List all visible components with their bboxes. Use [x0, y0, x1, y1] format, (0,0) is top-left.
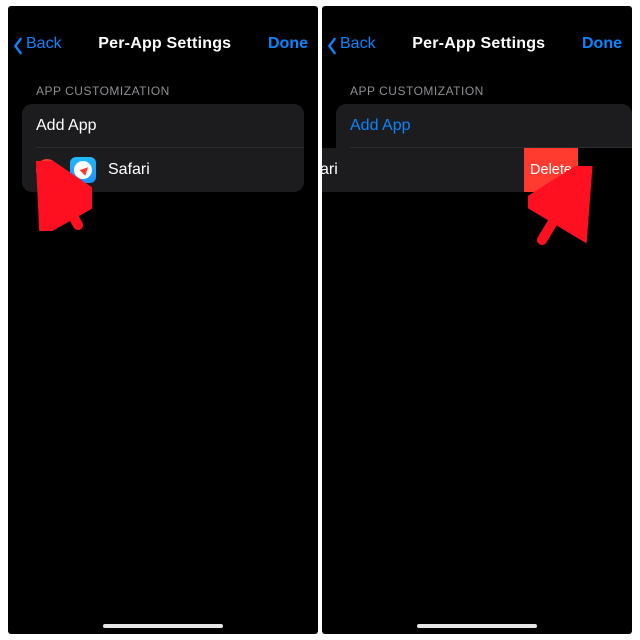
page-title: Per-App Settings	[412, 35, 545, 53]
app-row-safari-swiped[interactable]: Safari Delete	[336, 148, 632, 192]
list-group: Add App	[336, 104, 632, 148]
app-name-label: Safari	[108, 161, 150, 179]
status-bar-spacer	[8, 6, 318, 26]
screenshot-right: Back Per-App Settings Done APP CUSTOMIZA…	[322, 6, 632, 634]
safari-app-icon	[70, 157, 96, 183]
app-name-label: Safari	[322, 161, 338, 179]
delete-button[interactable]: Delete	[524, 148, 578, 192]
section-header: APP CUSTOMIZATION	[322, 62, 632, 104]
section-header: APP CUSTOMIZATION	[8, 62, 318, 104]
add-app-label: Add App	[36, 117, 97, 135]
home-indicator	[417, 624, 537, 628]
remove-minus-button[interactable]	[36, 159, 58, 181]
screenshot-left: Back Per-App Settings Done APP CUSTOMIZA…	[8, 6, 318, 634]
navigation-bar: Back Per-App Settings Done	[8, 26, 318, 62]
compass-icon	[74, 161, 92, 179]
chevron-left-icon	[12, 37, 26, 51]
done-button[interactable]: Done	[268, 35, 308, 53]
back-button[interactable]: Back	[326, 35, 376, 53]
minus-icon	[42, 169, 52, 172]
add-app-label: Add App	[350, 117, 411, 135]
list-group: Add App Safari	[22, 104, 304, 192]
navigation-bar: Back Per-App Settings Done	[322, 26, 632, 62]
app-row-safari[interactable]: Safari	[22, 148, 304, 192]
back-button[interactable]: Back	[12, 35, 62, 53]
add-app-cell[interactable]: Add App	[22, 104, 304, 148]
back-label: Back	[26, 35, 62, 53]
delete-label: Delete	[530, 162, 572, 178]
back-label: Back	[340, 35, 376, 53]
status-bar-spacer	[322, 6, 632, 26]
home-indicator	[103, 624, 223, 628]
done-button[interactable]: Done	[582, 35, 622, 53]
add-app-cell[interactable]: Add App	[336, 104, 632, 148]
page-title: Per-App Settings	[98, 35, 231, 53]
chevron-left-icon	[326, 37, 340, 51]
